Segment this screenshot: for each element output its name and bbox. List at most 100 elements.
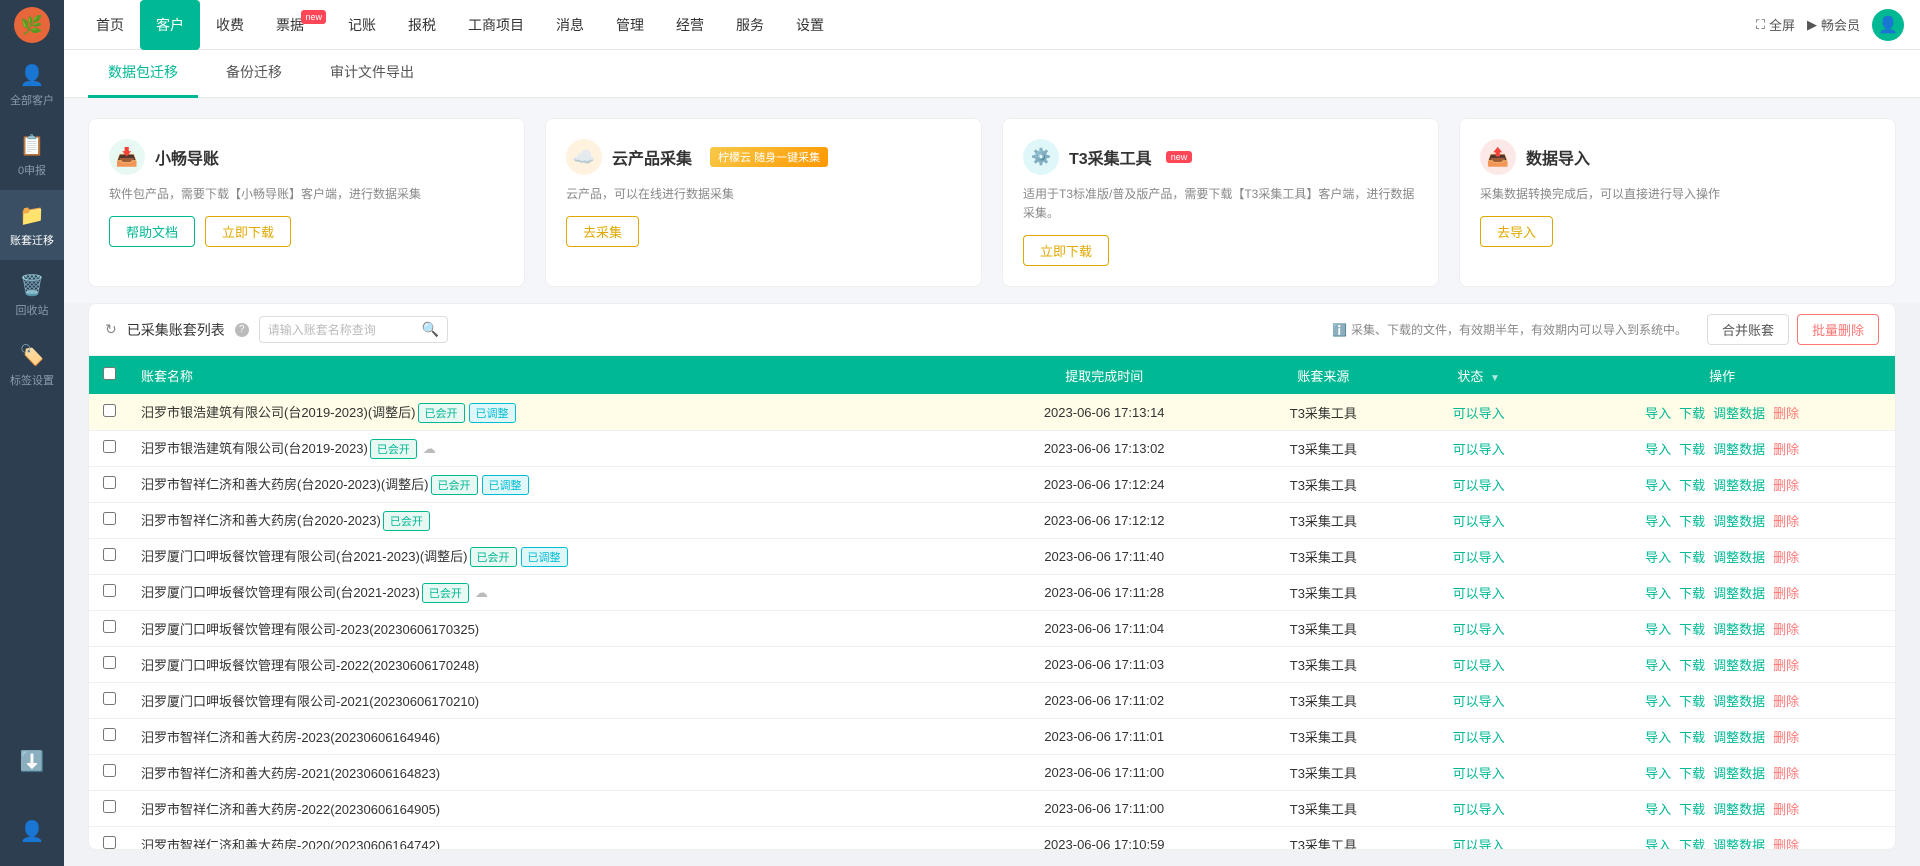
action-调整数据[interactable]: 调整数据 (1713, 694, 1765, 709)
action-删除[interactable]: 删除 (1773, 478, 1799, 493)
action-调整数据[interactable]: 调整数据 (1713, 802, 1765, 817)
row-checkbox[interactable] (103, 656, 116, 669)
nav-billing[interactable]: 收费 (200, 0, 260, 50)
row-checkbox[interactable] (103, 728, 116, 741)
action-删除[interactable]: 删除 (1773, 658, 1799, 673)
sidebar-item-zero-report[interactable]: 📋 0申报 (0, 120, 64, 190)
action-删除[interactable]: 删除 (1773, 406, 1799, 421)
nav-tax[interactable]: 报税 (392, 0, 452, 50)
action-调整数据[interactable]: 调整数据 (1713, 622, 1765, 637)
row-checkbox[interactable] (103, 512, 116, 525)
action-下载[interactable]: 下载 (1679, 658, 1705, 673)
go-collect-btn[interactable]: 去采集 (566, 216, 639, 247)
row-checkbox[interactable] (103, 692, 116, 705)
row-checkbox[interactable] (103, 548, 116, 561)
action-删除[interactable]: 删除 (1773, 622, 1799, 637)
vip-btn[interactable]: ▶ 畅会员 (1807, 15, 1860, 34)
action-调整数据[interactable]: 调整数据 (1713, 586, 1765, 601)
action-导入[interactable]: 导入 (1645, 838, 1671, 849)
action-下载[interactable]: 下载 (1679, 442, 1705, 457)
action-调整数据[interactable]: 调整数据 (1713, 406, 1765, 421)
action-调整数据[interactable]: 调整数据 (1713, 478, 1765, 493)
nav-client[interactable]: 客户 (140, 0, 200, 50)
action-下载[interactable]: 下载 (1679, 406, 1705, 421)
action-导入[interactable]: 导入 (1645, 478, 1671, 493)
select-all-checkbox[interactable] (103, 367, 116, 380)
row-checkbox[interactable] (103, 836, 116, 849)
action-调整数据[interactable]: 调整数据 (1713, 766, 1765, 781)
nav-home[interactable]: 首页 (80, 0, 140, 50)
help-doc-btn[interactable]: 帮助文档 (109, 216, 195, 247)
refresh-icon[interactable]: ↻ (105, 321, 117, 338)
action-下载[interactable]: 下载 (1679, 514, 1705, 529)
user-avatar[interactable]: 👤 (1872, 9, 1904, 41)
action-删除[interactable]: 删除 (1773, 766, 1799, 781)
search-input[interactable] (268, 323, 418, 337)
merge-btn[interactable]: 合并账套 (1707, 314, 1789, 345)
action-下载[interactable]: 下载 (1679, 550, 1705, 565)
sidebar-item-download[interactable]: ⬇️ (0, 726, 64, 796)
action-下载[interactable]: 下载 (1679, 694, 1705, 709)
help-icon[interactable]: ? (235, 323, 249, 337)
action-导入[interactable]: 导入 (1645, 586, 1671, 601)
nav-message[interactable]: 消息 (540, 0, 600, 50)
action-导入[interactable]: 导入 (1645, 730, 1671, 745)
action-删除[interactable]: 删除 (1773, 550, 1799, 565)
action-调整数据[interactable]: 调整数据 (1713, 514, 1765, 529)
row-checkbox[interactable] (103, 620, 116, 633)
nav-setting[interactable]: 设置 (780, 0, 840, 50)
sidebar-item-label-setting[interactable]: 🏷️ 标签设置 (0, 330, 64, 400)
row-checkbox[interactable] (103, 476, 116, 489)
action-下载[interactable]: 下载 (1679, 730, 1705, 745)
action-调整数据[interactable]: 调整数据 (1713, 550, 1765, 565)
sidebar-item-all-clients[interactable]: 👤 全部客户 (0, 50, 64, 120)
action-删除[interactable]: 删除 (1773, 514, 1799, 529)
nav-account[interactable]: 记账 (332, 0, 392, 50)
action-导入[interactable]: 导入 (1645, 622, 1671, 637)
action-调整数据[interactable]: 调整数据 (1713, 730, 1765, 745)
tab-backup-migrate[interactable]: 备份迁移 (206, 50, 302, 98)
nav-invoice[interactable]: 票据 new (260, 0, 332, 50)
search-icon[interactable]: 🔍 (422, 321, 439, 338)
tab-audit-export[interactable]: 审计文件导出 (310, 50, 434, 98)
sidebar-item-user[interactable]: 👤 (0, 796, 64, 866)
action-导入[interactable]: 导入 (1645, 442, 1671, 457)
action-下载[interactable]: 下载 (1679, 766, 1705, 781)
action-调整数据[interactable]: 调整数据 (1713, 658, 1765, 673)
action-删除[interactable]: 删除 (1773, 802, 1799, 817)
download-now-btn[interactable]: 立即下载 (205, 216, 291, 247)
action-下载[interactable]: 下载 (1679, 622, 1705, 637)
action-删除[interactable]: 删除 (1773, 694, 1799, 709)
action-下载[interactable]: 下载 (1679, 478, 1705, 493)
fullscreen-btn[interactable]: ⛶ 全屏 (1756, 15, 1795, 34)
action-删除[interactable]: 删除 (1773, 838, 1799, 849)
row-checkbox[interactable] (103, 440, 116, 453)
row-checkbox[interactable] (103, 404, 116, 417)
action-导入[interactable]: 导入 (1645, 514, 1671, 529)
action-删除[interactable]: 删除 (1773, 730, 1799, 745)
nav-manage[interactable]: 管理 (600, 0, 660, 50)
download-t3-btn[interactable]: 立即下载 (1023, 235, 1109, 266)
action-调整数据[interactable]: 调整数据 (1713, 838, 1765, 849)
action-导入[interactable]: 导入 (1645, 406, 1671, 421)
action-下载[interactable]: 下载 (1679, 586, 1705, 601)
action-导入[interactable]: 导入 (1645, 802, 1671, 817)
batch-delete-btn[interactable]: 批量删除 (1797, 314, 1879, 345)
sidebar-item-recycle[interactable]: 🗑️ 回收站 (0, 260, 64, 330)
action-导入[interactable]: 导入 (1645, 550, 1671, 565)
tab-data-migrate[interactable]: 数据包迁移 (88, 50, 198, 98)
action-下载[interactable]: 下载 (1679, 802, 1705, 817)
action-导入[interactable]: 导入 (1645, 658, 1671, 673)
nav-operation[interactable]: 经营 (660, 0, 720, 50)
action-删除[interactable]: 删除 (1773, 442, 1799, 457)
action-导入[interactable]: 导入 (1645, 694, 1671, 709)
nav-business[interactable]: 工商项目 (452, 0, 540, 50)
action-删除[interactable]: 删除 (1773, 586, 1799, 601)
go-import-btn[interactable]: 去导入 (1480, 216, 1553, 247)
row-checkbox[interactable] (103, 764, 116, 777)
sidebar-item-account-migrate[interactable]: 📁 账套迁移 (0, 190, 64, 260)
nav-service[interactable]: 服务 (720, 0, 780, 50)
action-调整数据[interactable]: 调整数据 (1713, 442, 1765, 457)
row-checkbox[interactable] (103, 584, 116, 597)
action-导入[interactable]: 导入 (1645, 766, 1671, 781)
